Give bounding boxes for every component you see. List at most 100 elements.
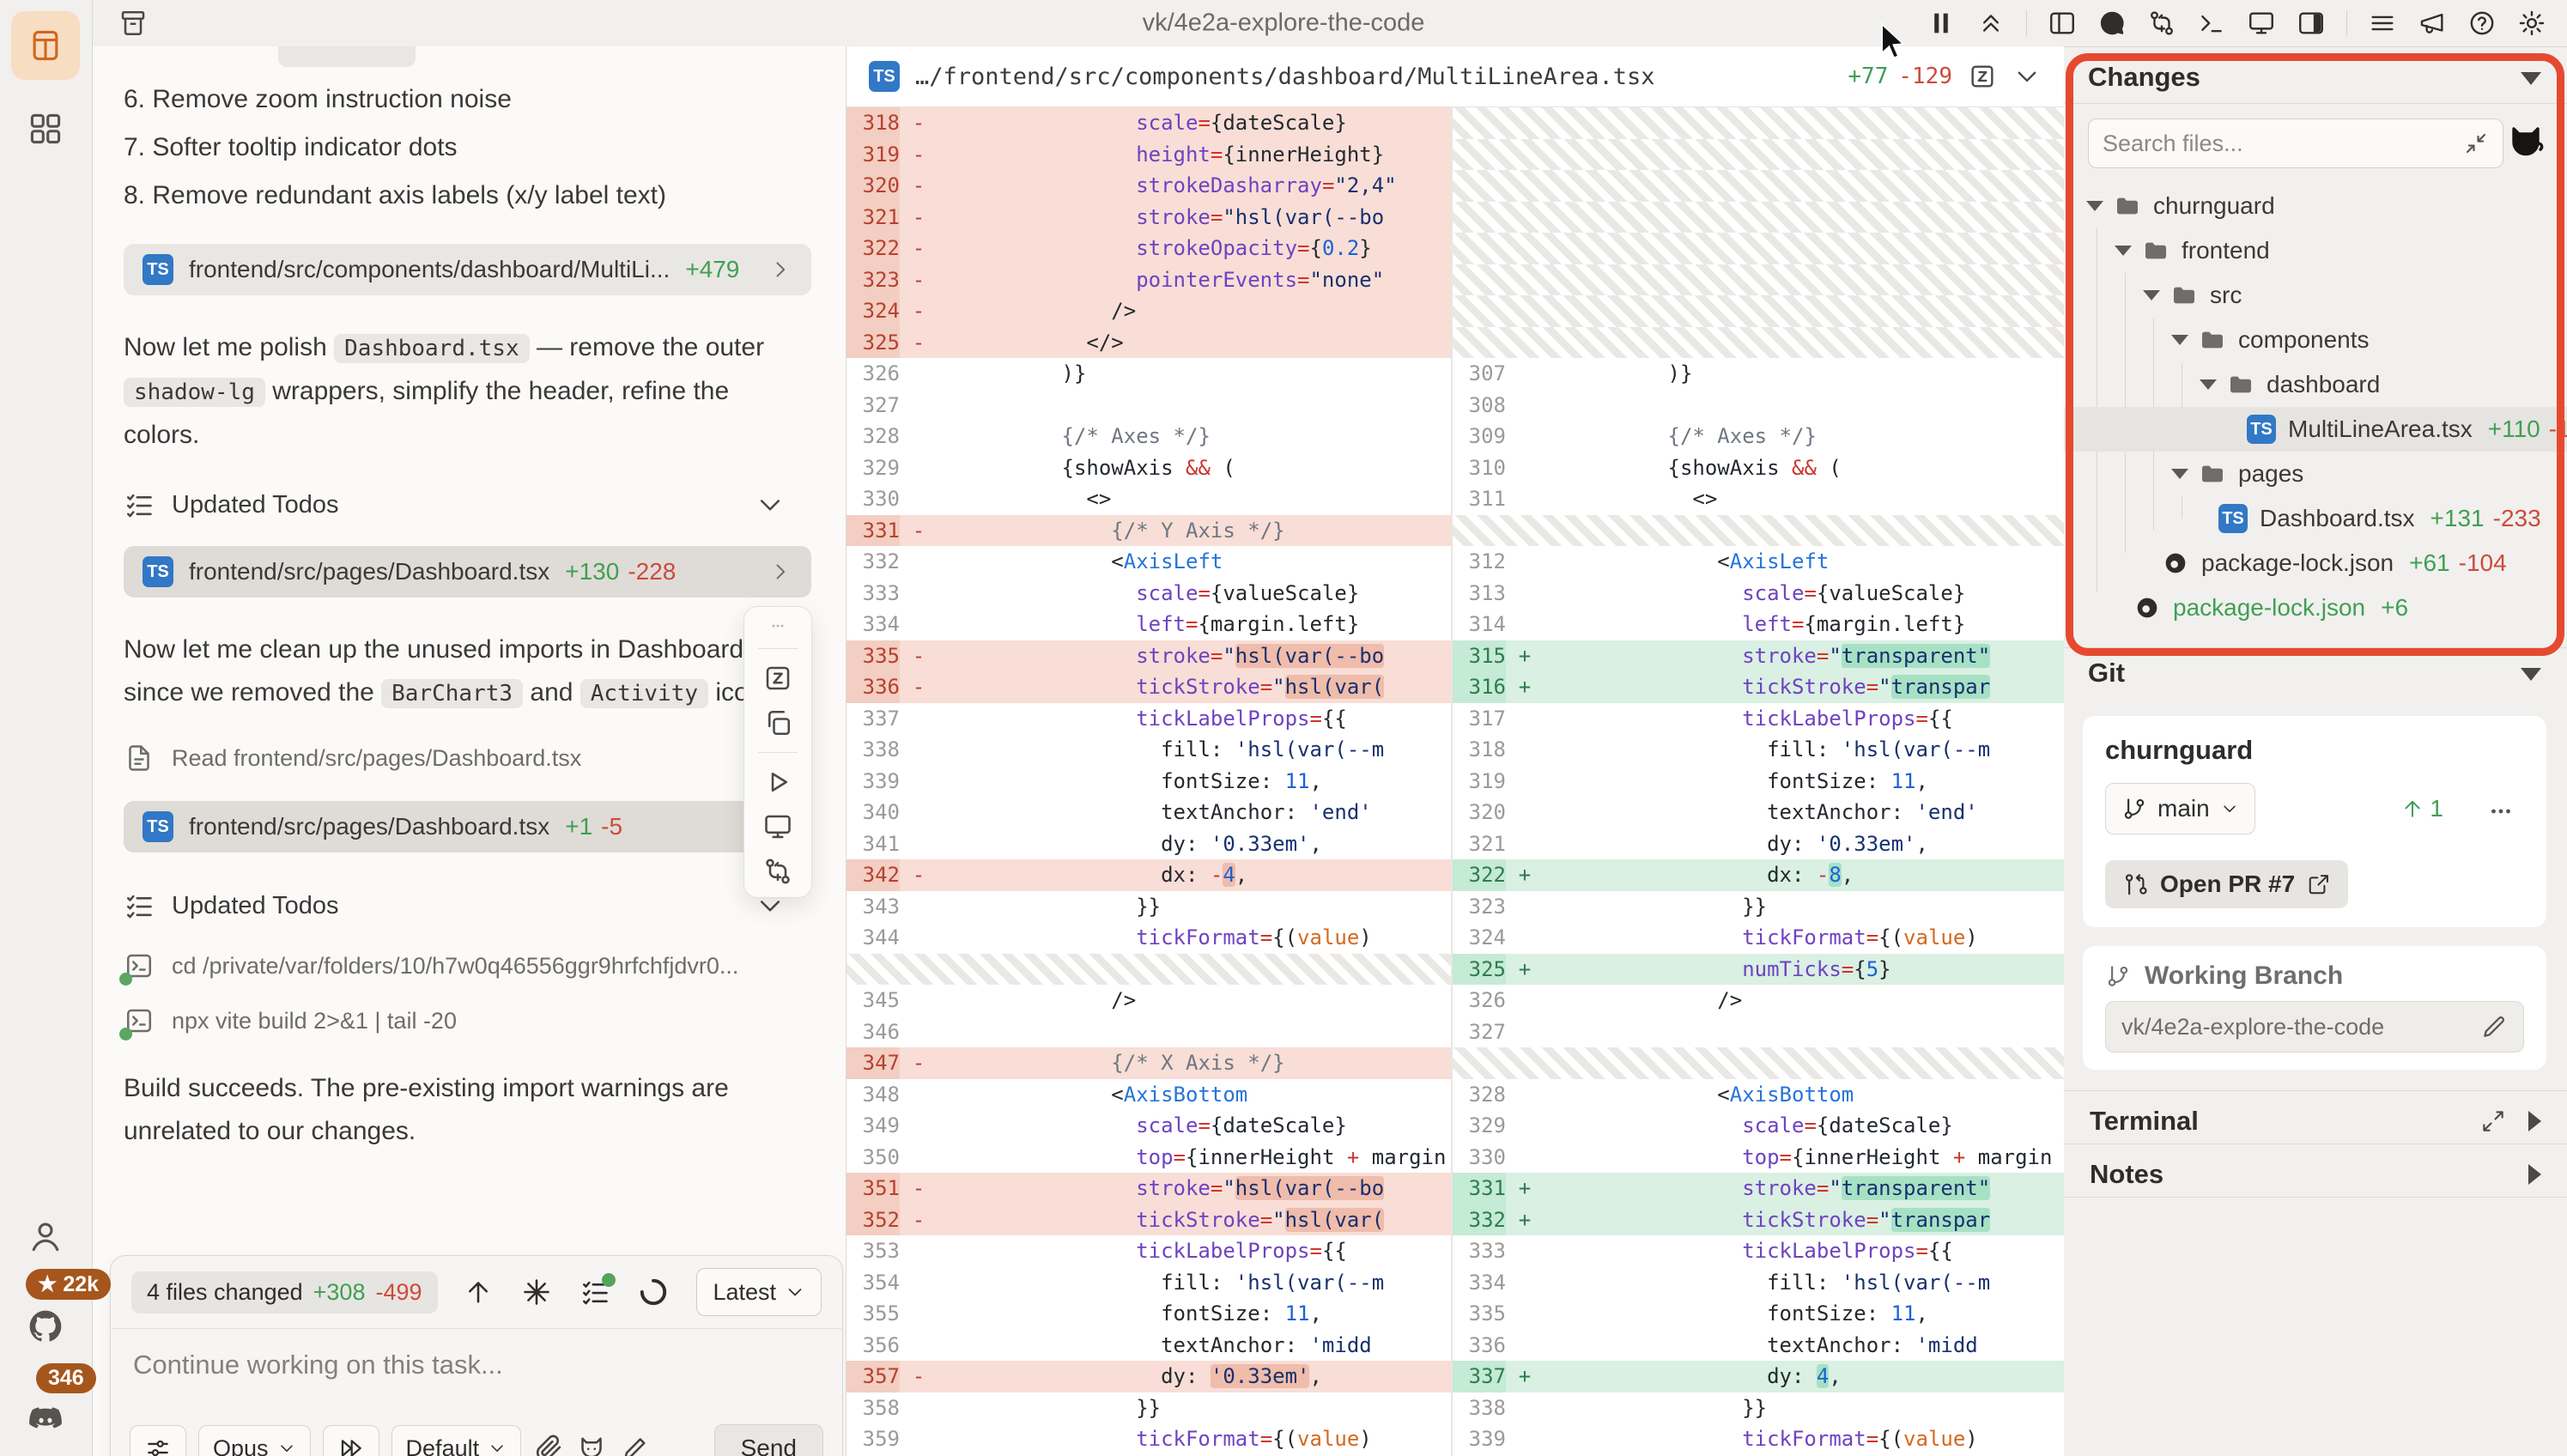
scroll-to-top-icon[interactable] [463,1277,494,1307]
chevron-down-icon[interactable] [2521,668,2541,681]
branch-dropdown[interactable]: main [2105,783,2255,834]
chevrons-up-icon[interactable] [1976,9,2006,38]
updated-todos-row[interactable]: Updated Todos [124,489,811,520]
diff-line[interactable]: 307· )} [1453,358,2064,390]
caret-down-icon[interactable] [2086,201,2103,211]
diff-line[interactable]: 331- {/* Y Axis */} [847,515,1451,547]
megaphone-icon[interactable] [2418,9,2447,38]
gear-icon[interactable] [2517,9,2546,38]
chat-bubble-icon[interactable] [2097,9,2127,38]
diff-line[interactable]: 326· /> [1453,985,2064,1016]
search-files-input[interactable]: Search files... [2088,118,2503,168]
diff-line[interactable]: 337· tickLabelProps={{ [847,703,1451,735]
diff-line[interactable]: 359· tickFormat={(value) [847,1423,1451,1455]
terminal-command-row[interactable]: cd /private/var/folders/10/h7w0q46556ggr… [124,950,811,981]
terminal-command-row[interactable]: npx vite build 2>&1 | tail -20 [124,1005,811,1036]
diff-line[interactable]: 323- pointerEvents="none" [847,264,1451,296]
help-icon[interactable] [2467,9,2497,38]
diff-line[interactable]: 322+ dx: -8, [1453,859,2064,891]
diff-line[interactable]: 344· tickFormat={(value) [847,922,1451,954]
workspace-tab-button[interactable] [11,11,80,80]
diff-line[interactable]: 315+ stroke="transparent" [1453,640,2064,672]
diff-line[interactable]: 320- strokeDasharray="2,4" [847,170,1451,202]
diff-line[interactable]: 325+ numTicks={5} [1453,954,2064,986]
tree-folder-churnguard[interactable]: churnguard [2064,184,2567,228]
diff-line[interactable]: 338· fill: 'hsl(var(--m [847,734,1451,766]
drag-handle-icon[interactable] [762,617,793,634]
diff-line[interactable]: 348· <AxisBottom [847,1079,1451,1111]
copy-icon[interactable] [762,707,793,738]
diff-line[interactable]: 329· scale={dateScale} [1453,1110,2064,1142]
terminal-section-header[interactable]: Terminal [2064,1101,2567,1142]
diff-line[interactable]: 333· scale={valueScale} [847,578,1451,610]
diff-line[interactable]: 357- dy: '0.33em', [847,1361,1451,1392]
pause-icon[interactable] [1927,9,1956,38]
mode-dropdown[interactable]: Default [391,1425,522,1456]
diff-line[interactable]: 338· }} [1453,1392,2064,1424]
diff-line[interactable]: 328· <AxisBottom [1453,1079,2064,1111]
diff-line[interactable]: 314· left={margin.left} [1453,609,2064,640]
file-change-chip[interactable]: TS frontend/src/pages/Dashboard.tsx +130… [124,546,811,598]
model-dropdown[interactable]: Opus [198,1425,311,1456]
diff-line[interactable]: 350· top={innerHeight + margin [847,1142,1451,1174]
diff-line[interactable]: 341· dy: '0.33em', [847,828,1451,860]
tree-folder-pages[interactable]: pages [2064,452,2567,496]
fast-forward-button[interactable] [323,1425,379,1456]
diff-line[interactable]: 331+ stroke="transparent" [1453,1173,2064,1204]
tree-folder-components[interactable]: components [2064,318,2567,362]
diff-line[interactable]: 351- stroke="hsl(var(--bo [847,1173,1451,1204]
updated-todos-row[interactable]: Updated Todos [124,890,811,921]
grid-view-button[interactable] [11,94,80,163]
diff-line[interactable]: 343· }} [847,891,1451,923]
diff-line[interactable]: 353· tickLabelProps={{ [847,1235,1451,1267]
diff-line[interactable]: 324· tickFormat={(value) [1453,922,2064,954]
caret-down-icon[interactable] [2143,290,2160,300]
diff-line[interactable]: 336· textAnchor: 'midd [1453,1330,2064,1362]
discord-button[interactable] [11,1386,80,1454]
monitor-icon[interactable] [762,811,793,842]
caret-down-icon[interactable] [2200,379,2217,390]
tree-file-package-lock.json[interactable]: package-lock.json+6 [2064,585,2567,630]
tree-file-MultiLineAr ea.tsx[interactable]: TSMultiLineArea.tsx+110-162 [2064,407,2567,452]
diff-line[interactable]: 321- stroke="hsl(var(--bo [847,202,1451,234]
diff-block-icon[interactable] [762,663,793,694]
diff-line[interactable]: 311· <> [1453,483,2064,515]
diff-line[interactable]: 334· left={margin.left} [847,609,1451,640]
diff-line[interactable]: 352- tickStroke="hsl(var( [847,1204,1451,1236]
files-changed-chip[interactable]: 4 files changed +308 -499 [131,1271,438,1313]
diff-line[interactable]: 336- tickStroke="hsl(var( [847,671,1451,703]
panel-right-icon[interactable] [2297,9,2326,38]
git-compare-icon[interactable] [2147,9,2176,38]
diff-line[interactable]: 327· [847,390,1451,422]
diff-line[interactable]: 309· {/* Axes */} [1453,421,2064,452]
working-branch-input[interactable]: vk/4e2a-explore-the-code [2105,1001,2524,1053]
github-button[interactable] [11,1292,80,1361]
diff-line[interactable]: 334· fill: 'hsl(var(--m [1453,1267,2064,1299]
tree-file-package-lock.json[interactable]: package-lock.json+61-104 [2064,541,2567,585]
latest-dropdown[interactable]: Latest [696,1268,822,1316]
diff-line[interactable]: 325- </> [847,327,1451,359]
diff-line[interactable]: 349· scale={dateScale} [847,1110,1451,1142]
terminal-icon[interactable] [2197,9,2226,38]
caret-down-icon[interactable] [2171,335,2188,345]
panel-left-icon[interactable] [2048,9,2077,38]
expand-icon[interactable] [2480,1108,2506,1134]
diff-line[interactable]: 345· /> [847,985,1451,1016]
pen-icon[interactable] [619,1433,650,1456]
diff-line[interactable]: 355· fontSize: 11, [847,1298,1451,1330]
message-input[interactable]: Continue working on this task... [111,1329,842,1401]
tree-folder-frontend[interactable]: frontend [2064,228,2567,273]
archive-icon[interactable] [118,8,149,39]
diff-line[interactable]: 332+ tickStroke="transpar [1453,1204,2064,1236]
diff-line[interactable]: 335- stroke="hsl(var(--bo [847,640,1451,672]
diff-line[interactable]: 326· )} [847,358,1451,390]
diff-line[interactable]: 329· {showAxis && ( [847,452,1451,484]
monitor-icon[interactable] [2247,9,2276,38]
diff-line[interactable]: 327· [1453,1016,2064,1048]
send-button[interactable]: Send [714,1424,823,1456]
diff-line[interactable]: 321· dy: '0.33em', [1453,828,2064,860]
diff-line[interactable]: 339· fontSize: 11, [847,766,1451,798]
spark-icon[interactable] [521,1277,552,1307]
todos-indicator-icon[interactable] [580,1277,610,1307]
chevron-down-icon[interactable] [2521,72,2541,85]
